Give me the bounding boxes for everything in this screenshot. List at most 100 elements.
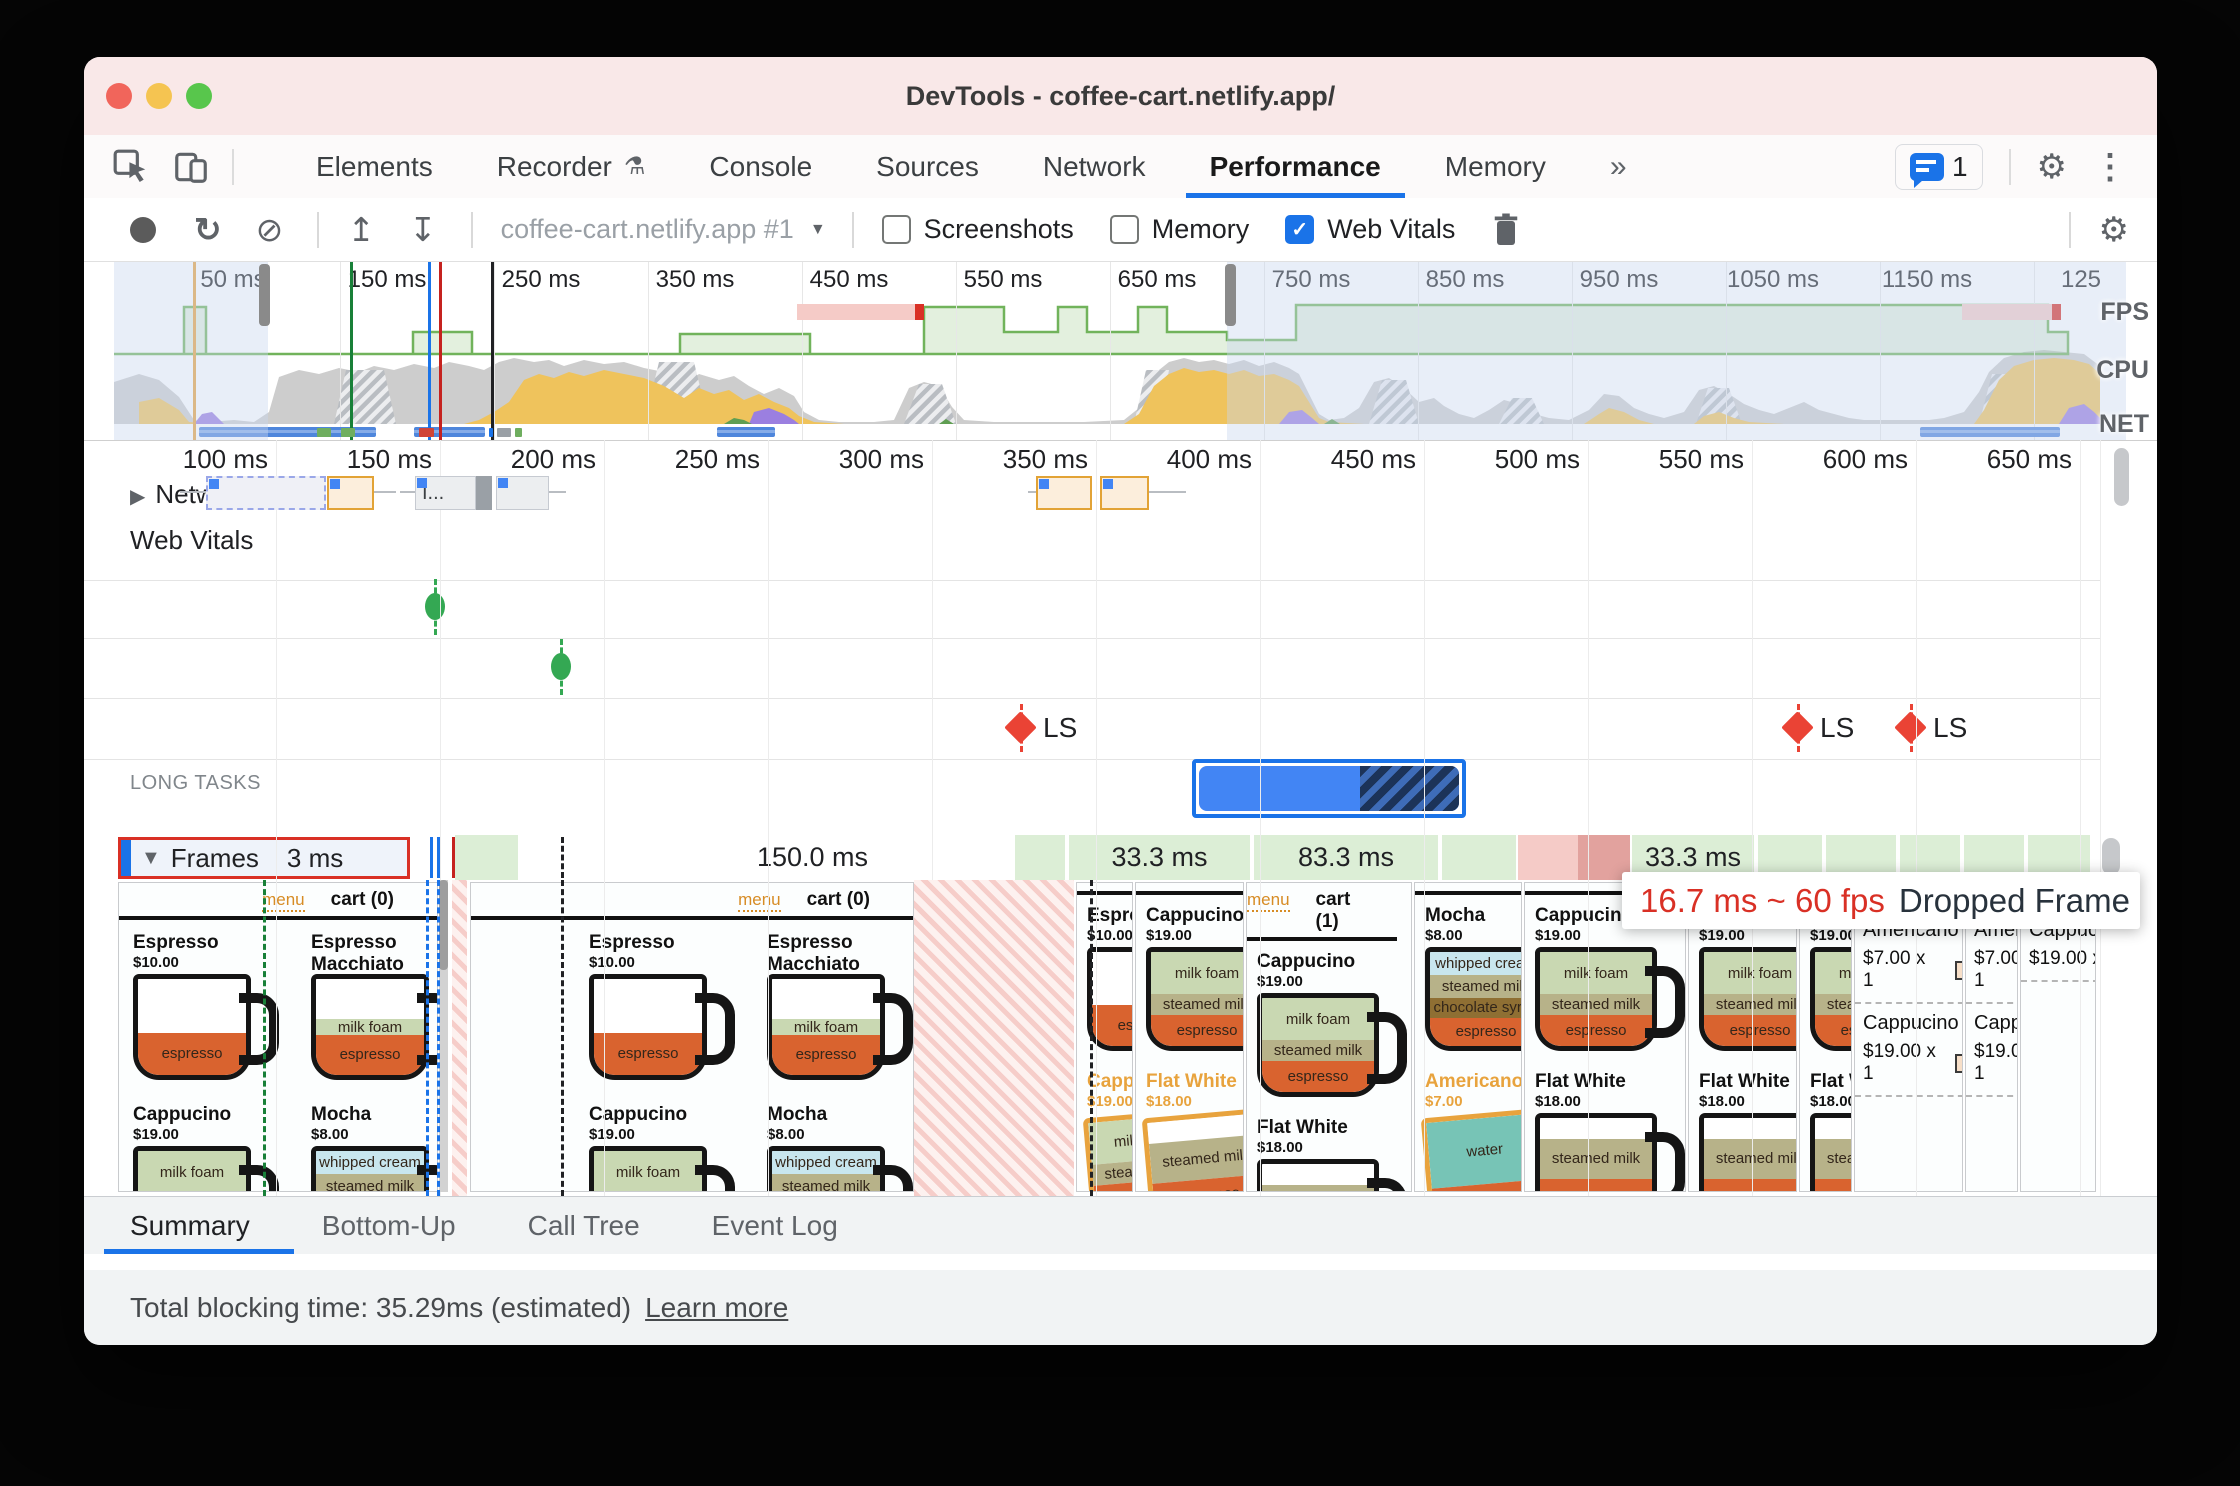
inspect-element-icon[interactable] xyxy=(112,148,150,186)
clear-recording-icon[interactable]: ⊘ xyxy=(256,213,284,246)
network-request-bar[interactable] xyxy=(327,476,374,510)
app-cart-link: cart (0) xyxy=(806,889,870,910)
vitals-good-marker[interactable] xyxy=(425,593,445,620)
profile-select[interactable]: coffee-cart.netlify.app #1 ▼ xyxy=(501,214,826,245)
network-request-bar[interactable] xyxy=(476,476,492,510)
divider xyxy=(851,211,854,248)
learn-more-link[interactable]: Learn more xyxy=(645,1292,788,1324)
vitals-good-marker[interactable] xyxy=(551,653,571,680)
layout-shift-marker[interactable] xyxy=(1894,711,1927,744)
layout-shift-marker[interactable] xyxy=(1004,711,1037,744)
filmstrip-screenshot[interactable]: Espresso$10.00 espresso Cappucino$19.00 mil… xyxy=(1076,882,1133,1192)
timing-marker-chip xyxy=(341,428,355,437)
track-separator xyxy=(84,759,2100,760)
more-tabs-chevron[interactable]: » xyxy=(1578,135,1659,198)
scrollbar-thumb[interactable] xyxy=(2114,448,2129,506)
overview-ruler-label: 650 ms xyxy=(1117,266,1197,293)
selection-handle-left[interactable] xyxy=(259,264,270,326)
filmstrip-screenshot[interactable]: menu cart (1) Cappucino $19.00 milk foam stea… xyxy=(1246,882,1412,1192)
timeline-gridline xyxy=(1096,440,1097,1196)
details-tab-bottom-up[interactable]: Bottom-Up xyxy=(322,1197,456,1254)
long-tasks-track-label[interactable]: LONG TASKS xyxy=(130,772,261,795)
timeline-ruler-label: 600 ms xyxy=(1822,444,1908,474)
cup-body: milk foamsteamed milkespresso xyxy=(1535,947,1657,1051)
network-request-bar[interactable] xyxy=(496,476,549,510)
overview-dim-left xyxy=(114,262,268,440)
filmstrip-screenshot[interactable]: menu cart (0) Espresso $10.00 espresso Espres… xyxy=(118,882,438,1192)
cup-body: milk foamsteamed milkespresso xyxy=(133,1146,251,1191)
cup-body: whipped creamsteamed milkchocolate syrup… xyxy=(767,1146,885,1191)
frame-segment[interactable] xyxy=(1015,835,1065,880)
cup-body: milk foamsteamed milkespresso xyxy=(1257,993,1379,1097)
tab-performance[interactable]: Performance xyxy=(1178,135,1413,198)
devtools-tabbar: Elements Recorder ⚗ Console Sources Network Pe… xyxy=(84,135,2157,198)
selection-handle-right[interactable] xyxy=(1225,264,1236,326)
load-profile-icon[interactable]: ↥ xyxy=(347,213,375,246)
frame-segment[interactable]: 83.3 ms xyxy=(1254,835,1438,880)
details-tab-call-tree[interactable]: Call Tree xyxy=(528,1197,640,1254)
network-request-bar[interactable] xyxy=(1100,476,1149,510)
checkbox-web-vitals[interactable]: ✓ Web Vitals xyxy=(1285,214,1455,245)
product-name: Flat White$18.00 xyxy=(1810,1071,1851,1113)
scrollbar-thumb[interactable] xyxy=(2102,838,2120,875)
frame-segment[interactable] xyxy=(518,835,610,880)
tab-memory[interactable]: Memory xyxy=(1413,135,1578,198)
save-profile-icon[interactable]: ↧ xyxy=(409,213,437,246)
network-request-bar[interactable]: I... xyxy=(415,476,476,510)
coffee-cup: milk foamsteamed milkespresso xyxy=(589,1146,735,1191)
cup-body: water espresso xyxy=(1420,1107,1521,1191)
filmstrip-screenshot[interactable]: menu cart (0) Espresso $10.00 espresso Espres… xyxy=(470,882,914,1192)
timeline-ruler-label: 650 ms xyxy=(1986,444,2072,474)
record-button[interactable] xyxy=(130,216,156,243)
product-name: Flat White$18.00 xyxy=(1699,1071,1796,1113)
quantity-stepper[interactable]: +- xyxy=(1955,960,1962,980)
product-cell: Cappucino$19.00milk foamsteamed milkespr… xyxy=(133,1104,283,1191)
timeline-overview[interactable]: 50 ms 150 ms 250 ms 350 ms 450 ms 550 ms 650 m… xyxy=(84,262,2157,441)
frame-segment[interactable]: 150.0 ms xyxy=(610,835,1015,880)
cup-layer: steamed milk xyxy=(1262,1040,1374,1061)
capture-settings-gear-icon[interactable]: ⚙ xyxy=(2099,213,2129,247)
checkbox-screenshots[interactable]: Screenshots xyxy=(881,214,1074,245)
product-cell: Cappucino$19.00milk foamsteamed milkespr… xyxy=(1146,905,1243,1051)
tab-recorder[interactable]: Recorder ⚗ xyxy=(465,135,678,198)
cup-layer-label: whipped cream xyxy=(1435,954,1521,972)
layout-shift-label: LS xyxy=(1933,712,1968,743)
cup-layer: milk foam xyxy=(138,1151,246,1191)
filmstrip-screenshot[interactable]: Cappucino$19.00 milk foam steamed milk espr… xyxy=(1135,882,1244,1192)
reload-and-record-icon[interactable]: ↻ xyxy=(194,213,222,246)
quantity-stepper[interactable]: +- xyxy=(1955,1053,1962,1073)
cup-layer-label: milk foam xyxy=(1174,964,1240,982)
dropped-frame-hatch-band xyxy=(914,880,1074,1196)
product-price: $19.00 xyxy=(1087,1092,1133,1110)
product-cell: Flat White$18.00 steamed milk espresso xyxy=(1699,1071,1796,1191)
timeline-gridline xyxy=(604,440,605,1196)
filmstrip-screenshot[interactable]: Mocha$8.00 whipped cream steamed milk choco… xyxy=(1414,882,1522,1192)
window-title: DevTools - coffee-cart.netlify.app/ xyxy=(905,81,1336,111)
frame-segment[interactable] xyxy=(455,835,518,880)
web-vitals-track-label[interactable]: Web Vitals xyxy=(130,525,253,556)
product-cell: Espresso$10.00 espresso xyxy=(1087,905,1132,1051)
more-options-icon[interactable]: ⋮ xyxy=(2093,150,2127,184)
tab-elements[interactable]: Elements xyxy=(284,135,465,198)
frame-segment[interactable] xyxy=(1442,835,1516,880)
network-request-bar[interactable] xyxy=(206,476,326,510)
details-tab-event-log[interactable]: Event Log xyxy=(712,1197,838,1254)
tab-console[interactable]: Console xyxy=(677,135,844,198)
coffee-cup: espresso xyxy=(133,974,279,1080)
frame-segment[interactable] xyxy=(1518,835,1578,880)
settings-gear-icon[interactable]: ⚙ xyxy=(2037,150,2067,184)
network-request-bar[interactable] xyxy=(1036,476,1092,510)
device-toolbar-icon[interactable] xyxy=(172,148,210,186)
trash-icon[interactable] xyxy=(1491,212,1521,248)
tab-network[interactable]: Network xyxy=(1011,135,1178,198)
increase-button[interactable]: + xyxy=(1955,1053,1962,1073)
tab-sources[interactable]: Sources xyxy=(844,135,1011,198)
layout-shift-marker[interactable] xyxy=(1781,711,1814,744)
details-tab-summary[interactable]: Summary xyxy=(130,1197,250,1254)
cup-layer xyxy=(316,979,424,1020)
increase-button[interactable]: + xyxy=(1955,960,1962,980)
frames-track-header[interactable]: ▼ Frames 3 ms xyxy=(118,837,410,879)
issues-badge[interactable]: 1 xyxy=(1894,143,1983,190)
checkbox-memory[interactable]: Memory xyxy=(1109,214,1249,245)
network-whisker xyxy=(180,491,206,493)
